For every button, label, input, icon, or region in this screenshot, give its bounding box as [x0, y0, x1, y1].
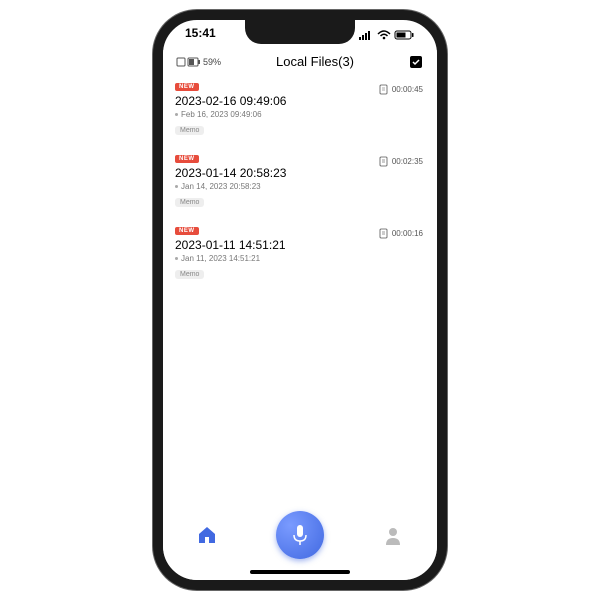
- app-content: 59% Local Files(3) NEW 2023-02-16 09:49:…: [163, 50, 437, 580]
- item-duration: 00:00:45: [380, 85, 423, 94]
- list-item[interactable]: NEW 2023-02-16 09:49:06 Feb 16, 2023 09:…: [173, 71, 427, 143]
- new-badge: NEW: [175, 155, 199, 163]
- wifi-icon: [377, 29, 391, 43]
- battery-pct-small: 59%: [203, 57, 221, 67]
- memo-tag: Memo: [175, 198, 204, 207]
- app-header: 59% Local Files(3): [163, 50, 437, 71]
- bottom-nav: [163, 500, 437, 580]
- new-badge: NEW: [175, 227, 199, 235]
- list-item[interactable]: NEW 2023-01-11 14:51:21 Jan 11, 2023 14:…: [173, 215, 427, 287]
- clock-dot-icon: [175, 113, 178, 116]
- person-icon: [383, 525, 403, 545]
- device-status-small: 59%: [177, 57, 221, 67]
- home-indicator[interactable]: [250, 570, 350, 574]
- multi-select-button[interactable]: [409, 55, 423, 69]
- memo-tag: Memo: [175, 126, 204, 135]
- signal-icon: [359, 29, 373, 43]
- checklist-icon: [409, 55, 423, 69]
- memo-tag: Memo: [175, 270, 204, 279]
- file-icon: [380, 157, 388, 166]
- item-title: 2023-02-16 09:49:06: [175, 94, 425, 108]
- item-subtitle: Jan 11, 2023 14:51:21: [175, 254, 425, 263]
- new-badge: NEW: [175, 83, 199, 91]
- clock-dot-icon: [175, 257, 178, 260]
- battery-small-icon: [188, 58, 200, 66]
- battery-icon: [395, 29, 415, 43]
- item-title: 2023-01-11 14:51:21: [175, 238, 425, 252]
- profile-tab[interactable]: [373, 525, 413, 545]
- item-duration: 00:02:35: [380, 157, 423, 166]
- sd-card-icon: [177, 58, 185, 66]
- item-title: 2023-01-14 20:58:23: [175, 166, 425, 180]
- mic-icon: [290, 523, 310, 547]
- file-icon: [380, 85, 388, 94]
- phone-frame: 15:41 59% Local Files(3): [153, 10, 447, 590]
- list-item[interactable]: NEW 2023-01-14 20:58:23 Jan 14, 2023 20:…: [173, 143, 427, 215]
- file-icon: [380, 229, 388, 238]
- file-list[interactable]: NEW 2023-02-16 09:49:06 Feb 16, 2023 09:…: [163, 71, 437, 500]
- status-time: 15:41: [185, 26, 216, 46]
- home-tab[interactable]: [187, 525, 227, 545]
- home-icon: [197, 525, 217, 545]
- item-subtitle: Jan 14, 2023 20:58:23: [175, 182, 425, 191]
- page-title: Local Files(3): [276, 54, 354, 69]
- clock-dot-icon: [175, 185, 178, 188]
- item-duration: 00:00:16: [380, 229, 423, 238]
- item-subtitle: Feb 16, 2023 09:49:06: [175, 110, 425, 119]
- device-notch: [245, 20, 355, 44]
- record-button[interactable]: [276, 511, 324, 559]
